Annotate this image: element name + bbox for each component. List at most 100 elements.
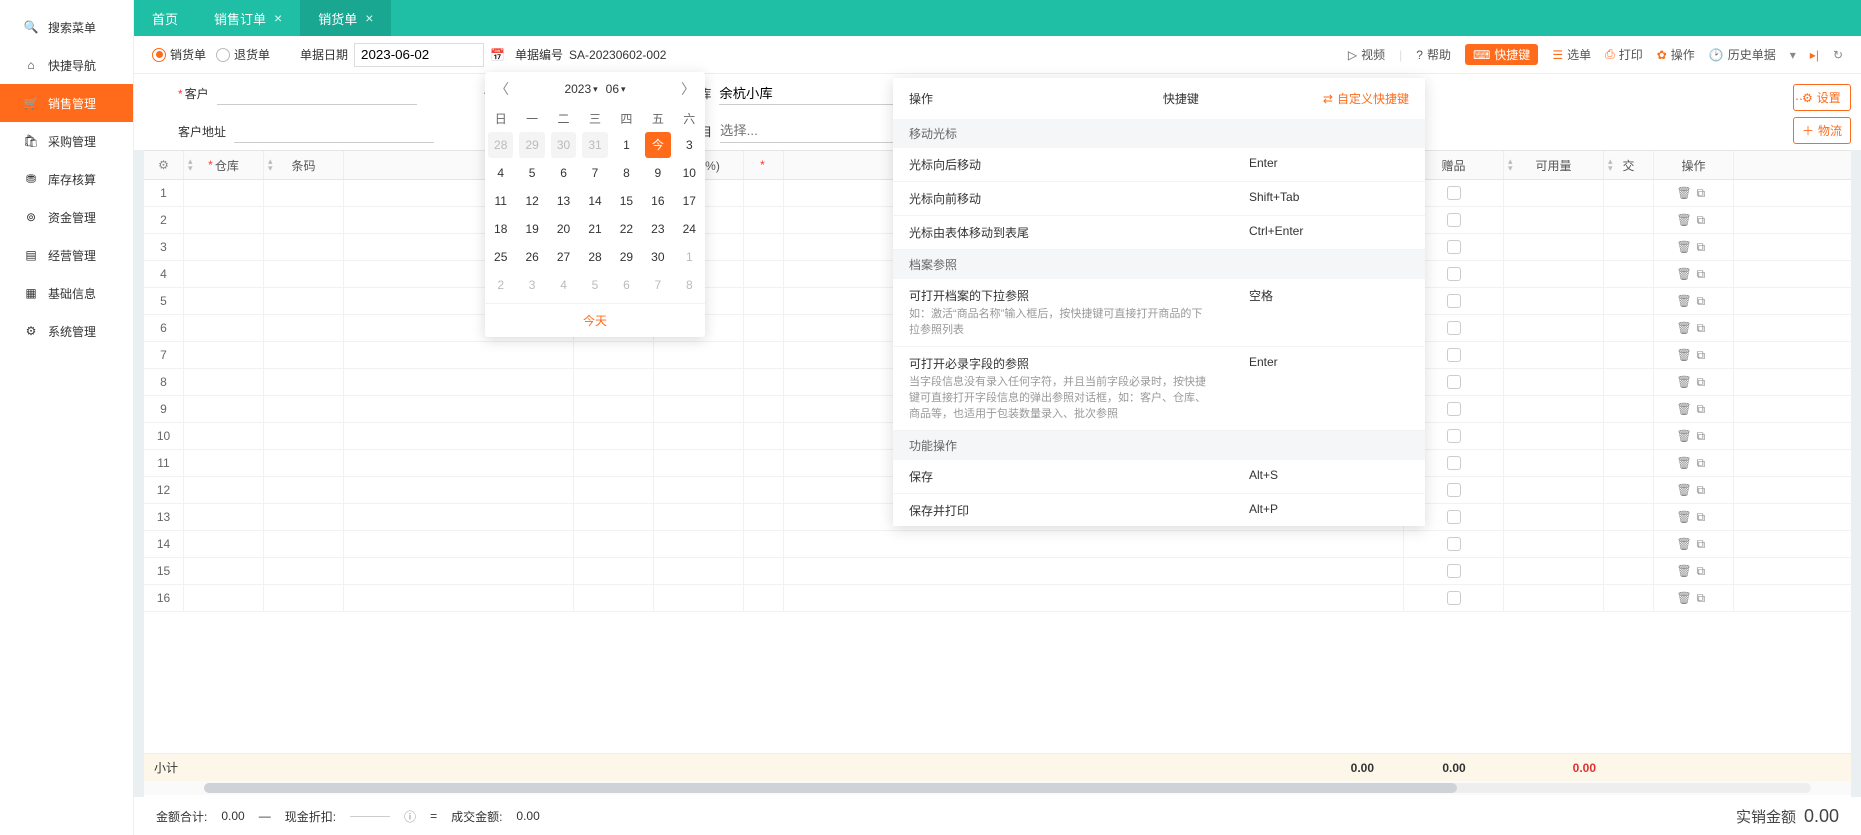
cell[interactable] [1604, 207, 1654, 233]
cell[interactable] [574, 423, 654, 449]
cell[interactable] [344, 423, 574, 449]
cal-day[interactable]: 6 [551, 160, 576, 186]
hotkeys-button[interactable]: ⌨快捷键 [1465, 44, 1538, 65]
checkbox[interactable] [1447, 537, 1461, 551]
cell[interactable] [574, 477, 654, 503]
cell[interactable]: 16 [144, 585, 184, 611]
cal-day[interactable]: 26 [519, 244, 544, 270]
sidebar-item-8[interactable]: ⚙系统管理 [0, 312, 133, 350]
year-select[interactable]: 2023▾ [564, 82, 597, 96]
cell[interactable] [264, 504, 344, 530]
cell[interactable] [264, 315, 344, 341]
copy-icon[interactable]: ⧉ [1697, 213, 1711, 227]
cell[interactable] [1504, 558, 1604, 584]
cell[interactable]: 🗑⧉ [1654, 261, 1734, 287]
copy-icon[interactable]: ⧉ [1697, 186, 1711, 200]
cell[interactable] [184, 585, 264, 611]
cell[interactable] [264, 342, 344, 368]
copy-icon[interactable]: ⧉ [1697, 321, 1711, 335]
customize-hotkeys-button[interactable]: ⇄自定义快捷键 [1323, 90, 1409, 107]
cal-day[interactable]: 8 [614, 160, 639, 186]
cell[interactable] [1404, 531, 1504, 557]
cell[interactable] [744, 558, 784, 584]
cell[interactable]: 🗑⧉ [1654, 315, 1734, 341]
delete-icon[interactable]: 🗑 [1677, 429, 1691, 443]
cell[interactable] [1604, 315, 1654, 341]
cell[interactable]: 🗑⧉ [1654, 342, 1734, 368]
cell[interactable] [184, 369, 264, 395]
delete-icon[interactable]: 🗑 [1677, 483, 1691, 497]
cal-day[interactable]: 8 [677, 272, 702, 298]
cell[interactable] [1604, 504, 1654, 530]
cell[interactable] [264, 261, 344, 287]
copy-icon[interactable]: ⧉ [1697, 402, 1711, 416]
operate-button[interactable]: ✿操作 [1657, 46, 1695, 63]
cell[interactable] [574, 396, 654, 422]
delete-icon[interactable]: 🗑 [1677, 591, 1691, 605]
cell[interactable]: 2 [144, 207, 184, 233]
horizontal-scrollbar[interactable] [144, 781, 1851, 795]
cal-day[interactable]: 24 [677, 216, 702, 242]
cell[interactable] [654, 477, 744, 503]
cell[interactable] [574, 369, 654, 395]
cell[interactable]: 13 [144, 504, 184, 530]
cell[interactable]: 6 [144, 315, 184, 341]
cal-day[interactable]: 7 [582, 160, 607, 186]
cell[interactable] [654, 450, 744, 476]
cell[interactable] [744, 288, 784, 314]
print-button[interactable]: ⎙打印 [1605, 46, 1643, 63]
cell[interactable] [1504, 369, 1604, 395]
cell[interactable] [1504, 423, 1604, 449]
cal-day[interactable]: 21 [582, 216, 607, 242]
cell[interactable] [184, 450, 264, 476]
copy-icon[interactable]: ⧉ [1697, 375, 1711, 389]
checkbox[interactable] [1447, 591, 1461, 605]
sidebar-item-1[interactable]: ⌂快捷导航 [0, 46, 133, 84]
col-header-1[interactable]: ▴▾*仓库 [184, 151, 264, 179]
cell[interactable] [264, 423, 344, 449]
cal-day[interactable]: 3 [677, 132, 702, 158]
cell[interactable] [344, 369, 574, 395]
cal-day[interactable]: 6 [614, 272, 639, 298]
cell[interactable] [1504, 315, 1604, 341]
cell[interactable] [1504, 261, 1604, 287]
help-button[interactable]: ?帮助 [1416, 46, 1451, 63]
cell[interactable]: 9 [144, 396, 184, 422]
cell[interactable]: 🗑⧉ [1654, 369, 1734, 395]
cell[interactable] [344, 342, 574, 368]
checkbox[interactable] [1447, 483, 1461, 497]
cell[interactable] [1504, 180, 1604, 206]
cell[interactable] [264, 477, 344, 503]
cell[interactable] [184, 531, 264, 557]
cell[interactable]: 🗑⧉ [1654, 423, 1734, 449]
chevron-down-icon[interactable]: ▾ [1790, 48, 1796, 62]
cell[interactable] [1604, 585, 1654, 611]
cell[interactable]: 🗑⧉ [1654, 504, 1734, 530]
checkbox[interactable] [1447, 375, 1461, 389]
cell[interactable] [784, 531, 1404, 557]
checkbox[interactable] [1447, 213, 1461, 227]
radio-sales-bill[interactable]: 销货单 [152, 46, 206, 63]
cal-day[interactable]: 16 [645, 188, 670, 214]
cell[interactable] [264, 558, 344, 584]
cell[interactable] [744, 450, 784, 476]
cell[interactable] [654, 531, 744, 557]
cal-day[interactable]: 11 [488, 188, 513, 214]
checkbox[interactable] [1447, 456, 1461, 470]
cal-day[interactable]: 12 [519, 188, 544, 214]
checkbox[interactable] [1447, 564, 1461, 578]
cell[interactable] [744, 180, 784, 206]
cal-day[interactable]: 9 [645, 160, 670, 186]
cell[interactable] [184, 504, 264, 530]
calendar-icon[interactable]: 📅 [490, 48, 505, 62]
cell[interactable] [264, 234, 344, 260]
cell[interactable] [264, 450, 344, 476]
cell[interactable] [1604, 477, 1654, 503]
cal-day[interactable]: 28 [488, 132, 513, 158]
cal-day[interactable]: 14 [582, 188, 607, 214]
cell[interactable]: 14 [144, 531, 184, 557]
copy-icon[interactable]: ⧉ [1697, 564, 1711, 578]
delete-icon[interactable]: 🗑 [1677, 348, 1691, 362]
table-row[interactable]: 15🗑⧉ [144, 558, 1851, 585]
cell[interactable] [654, 558, 744, 584]
